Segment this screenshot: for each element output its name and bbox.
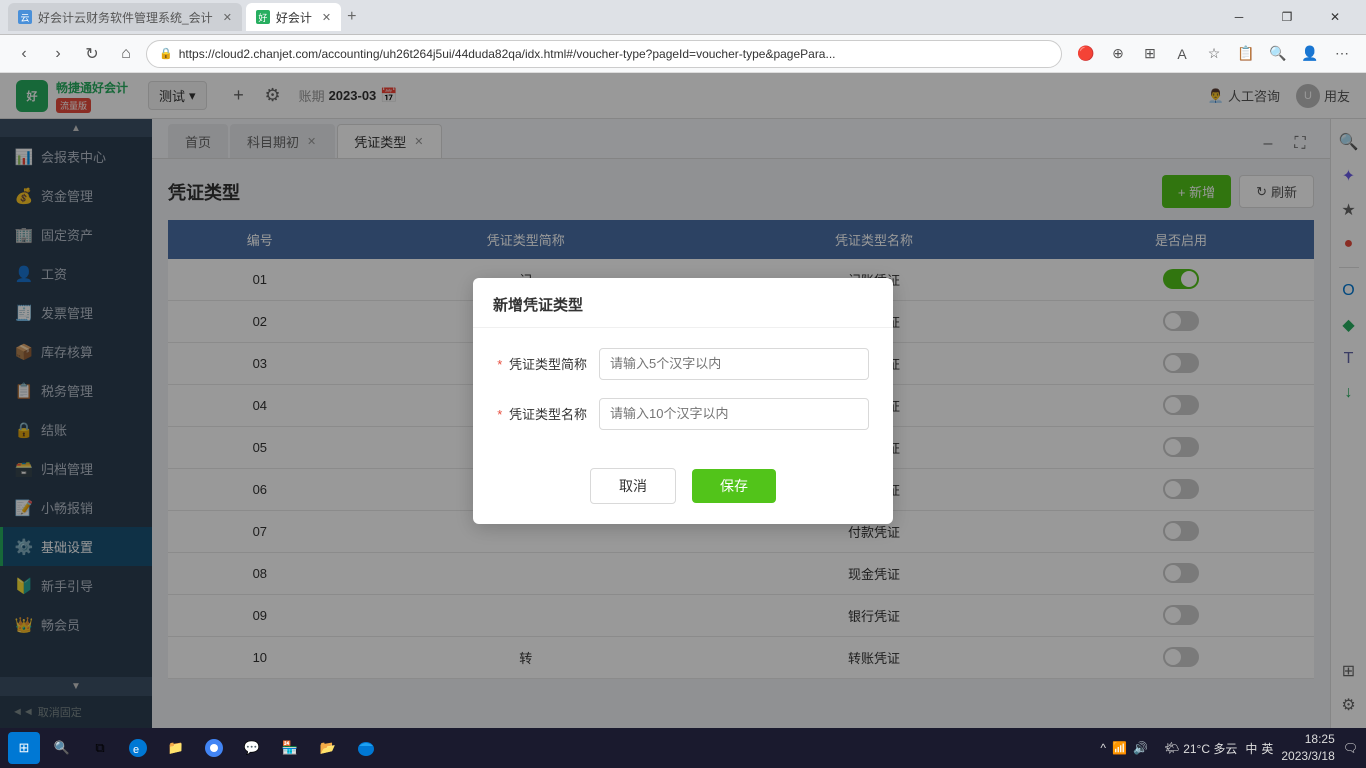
required-mark-2: * <box>497 407 502 422</box>
save-button[interactable]: 保存 <box>692 469 776 503</box>
ime-indicator: 中 英 <box>1245 740 1273 757</box>
abbr-label-text: 凭证类型简称 <box>509 357 587 372</box>
profile-button[interactable]: 👤 <box>1296 40 1324 68</box>
extensions-button[interactable]: 🔴 <box>1072 40 1100 68</box>
form-row-abbr: * 凭证类型简称 <box>497 348 869 380</box>
start-button[interactable]: ⊞ <box>8 732 40 764</box>
taskbar-search[interactable]: 🔍 <box>46 732 78 764</box>
form-row-name: * 凭证类型名称 <box>497 398 869 430</box>
new-tab-button[interactable]: + <box>347 8 356 26</box>
taskbar-right: ^ 📶 🔊 🌤 21°C 多云 中 英 18:25 2023/3/18 🗨 <box>1100 731 1358 765</box>
ime-mode[interactable]: 英 <box>1261 740 1273 757</box>
minimize-button[interactable]: ─ <box>1216 0 1262 35</box>
window-controls: ─ ❐ ✕ <box>1216 0 1358 35</box>
browser-tab-2[interactable]: 好 好会计 ✕ <box>246 3 341 31</box>
back-button[interactable]: ‹ <box>10 40 38 68</box>
address-text: https://cloud2.chanjet.com/accounting/uh… <box>179 47 1049 61</box>
taskbar-file-explorer[interactable]: 📁 <box>160 732 192 764</box>
tray-network: 📶 <box>1112 741 1127 755</box>
cancel-button[interactable]: 取消 <box>590 468 676 504</box>
taskbar-edge2[interactable] <box>350 732 382 764</box>
taskbar-weather[interactable]: 🌤 21°C 多云 <box>1164 740 1237 757</box>
required-mark: * <box>497 357 502 372</box>
name-input[interactable] <box>599 398 869 430</box>
add-voucher-type-dialog: 新增凭证类型 * 凭证类型简称 * 凭证类型名称 取消 保存 <box>473 278 893 524</box>
time-display: 18:25 <box>1281 731 1334 748</box>
address-bar[interactable]: 🔒 https://cloud2.chanjet.com/accounting/… <box>146 40 1062 68</box>
favorites-button[interactable]: ☆ <box>1200 40 1228 68</box>
notification-button[interactable]: 🗨 <box>1343 741 1358 755</box>
dialog-overlay: 新增凭证类型 * 凭证类型简称 * 凭证类型名称 取消 保存 <box>0 73 1366 728</box>
sys-tray: ^ 📶 🔊 <box>1100 741 1148 755</box>
more-button[interactable]: ⋯ <box>1328 40 1356 68</box>
search-sidebar-button[interactable]: 🔍 <box>1264 40 1292 68</box>
dialog-title: 新增凭证类型 <box>493 294 583 315</box>
weather-icon: 🌤 <box>1164 741 1179 755</box>
name-label: * 凭证类型名称 <box>497 404 587 423</box>
tab-favicon-1: 云 <box>18 10 32 24</box>
tab-favicon-2: 好 <box>256 10 270 24</box>
close-button[interactable]: ✕ <box>1312 0 1358 35</box>
taskbar-folder[interactable]: 📂 <box>312 732 344 764</box>
taskbar-chrome[interactable] <box>198 732 230 764</box>
date-display: 2023/3/18 <box>1281 748 1334 765</box>
svg-text:e: e <box>133 744 139 756</box>
name-label-text: 凭证类型名称 <box>509 407 587 422</box>
tray-sound: 🔊 <box>1133 741 1148 755</box>
tray-chevron[interactable]: ^ <box>1100 741 1106 755</box>
browser-tab-2-label: 好会计 <box>276 9 312 26</box>
browser-tab-1-close[interactable]: ✕ <box>223 11 232 24</box>
reload-button[interactable]: ↻ <box>78 40 106 68</box>
browser-chrome: 云 好会计云财务软件管理系统_会计 ✕ 好 好会计 ✕ + ─ ❐ ✕ <box>0 0 1366 35</box>
browser-nav-bar: ‹ › ↻ ⌂ 🔒 https://cloud2.chanjet.com/acc… <box>0 35 1366 73</box>
collections-button[interactable]: 📋 <box>1232 40 1260 68</box>
browser-actions: 🔴 ⊕ ⊞ A ☆ 📋 🔍 👤 ⋯ <box>1072 40 1356 68</box>
browser-tab-2-close[interactable]: ✕ <box>322 11 331 24</box>
dialog-body: * 凭证类型简称 * 凭证类型名称 <box>473 328 893 468</box>
dialog-header: 新增凭证类型 <box>473 278 893 328</box>
taskbar-task-view[interactable]: ⧉ <box>84 732 116 764</box>
browser-tab-1-label: 好会计云财务软件管理系统_会计 <box>38 9 213 26</box>
abbr-label: * 凭证类型简称 <box>497 354 587 373</box>
dialog-footer: 取消 保存 <box>473 468 893 504</box>
abbr-input[interactable] <box>599 348 869 380</box>
taskbar-app-store[interactable]: 🏪 <box>274 732 306 764</box>
taskbar-wechat[interactable]: 💬 <box>236 732 268 764</box>
forward-button[interactable]: › <box>44 40 72 68</box>
lang-indicator[interactable]: 中 <box>1245 740 1257 757</box>
bookmark-button[interactable]: ⊕ <box>1104 40 1132 68</box>
taskbar-clock[interactable]: 18:25 2023/3/18 <box>1281 731 1334 765</box>
font-button[interactable]: A <box>1168 40 1196 68</box>
taskbar: ⊞ 🔍 ⧉ e 📁 💬 🏪 📂 ^ 📶 🔊 🌤 21°C 多云 中 英 18:2… <box>0 728 1366 768</box>
tab-groups-button[interactable]: ⊞ <box>1136 40 1164 68</box>
weather-text: 21°C 多云 <box>1183 740 1237 757</box>
browser-tab-1[interactable]: 云 好会计云财务软件管理系统_会计 ✕ <box>8 3 242 31</box>
taskbar-edge[interactable]: e <box>122 732 154 764</box>
lock-icon: 🔒 <box>159 47 173 60</box>
home-button[interactable]: ⌂ <box>112 40 140 68</box>
restore-button[interactable]: ❐ <box>1264 0 1310 35</box>
